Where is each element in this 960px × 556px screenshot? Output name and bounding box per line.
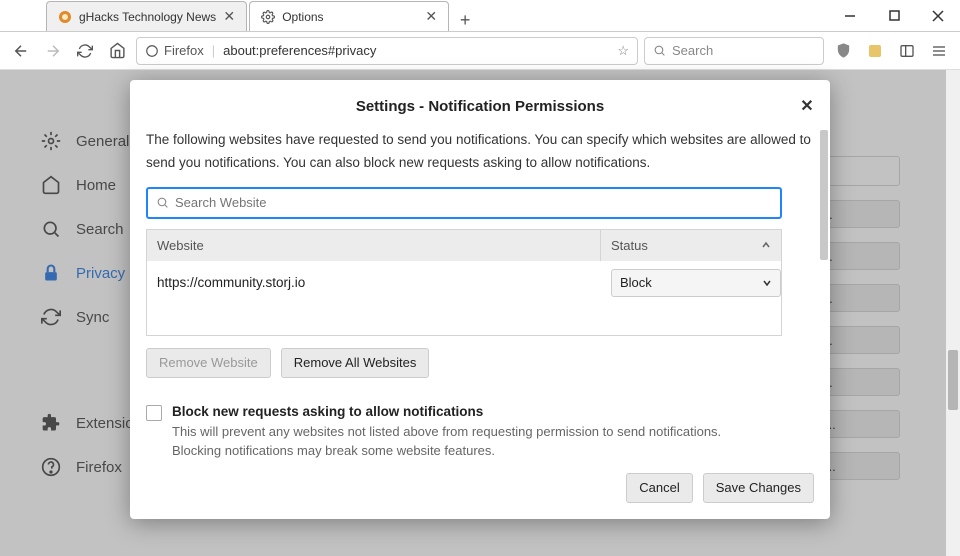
extension-icon[interactable] — [862, 38, 888, 64]
cancel-button[interactable]: Cancel — [626, 473, 692, 503]
dialog-description: The following websites have requested to… — [146, 129, 814, 175]
chevron-down-icon — [762, 278, 772, 288]
website-cell: https://community.storj.io — [147, 267, 601, 298]
search-placeholder: Search — [672, 43, 713, 58]
reload-button[interactable] — [72, 38, 98, 64]
dialog-title: Settings - Notification Permissions — [356, 98, 604, 115]
address-bar[interactable]: Firefox | about:preferences#privacy ☆ — [136, 37, 638, 65]
maximize-button[interactable] — [872, 0, 916, 31]
sort-arrow-icon — [761, 240, 771, 250]
notification-permissions-dialog: Settings - Notification Permissions ✕ Th… — [130, 80, 830, 519]
browser-tab-ghacks[interactable]: gHacks Technology News ✕ — [46, 1, 247, 31]
ublock-icon[interactable] — [830, 38, 856, 64]
close-window-button[interactable] — [916, 0, 960, 31]
url-text: about:preferences#privacy — [223, 43, 376, 58]
browser-tab-options[interactable]: Options ✕ — [249, 1, 449, 31]
dialog-scrollbar[interactable] — [818, 130, 830, 507]
search-icon — [653, 44, 666, 57]
remove-website-button[interactable]: Remove Website — [146, 348, 271, 378]
identity-box: Firefox — [145, 43, 204, 58]
home-button[interactable] — [104, 38, 130, 64]
firefox-icon — [145, 44, 159, 58]
tab-title: Options — [282, 10, 418, 24]
close-icon[interactable]: ✕ — [222, 10, 236, 24]
favicon-ghacks — [57, 9, 73, 25]
dialog-close-button[interactable]: ✕ — [798, 96, 816, 114]
checkbox-help: This will prevent any websites not liste… — [172, 423, 772, 461]
table-row[interactable]: https://community.storj.io Block — [147, 261, 781, 305]
checkbox-label: Block new requests asking to allow notif… — [172, 404, 772, 419]
menu-button[interactable] — [926, 38, 952, 64]
sidebar-toggle-icon[interactable] — [894, 38, 920, 64]
forward-button[interactable] — [40, 38, 66, 64]
status-select[interactable]: Block — [611, 269, 781, 297]
minimize-button[interactable] — [828, 0, 872, 31]
gear-icon — [260, 9, 276, 25]
block-new-requests-checkbox[interactable] — [146, 405, 162, 421]
search-website-input[interactable] — [146, 187, 782, 219]
tab-title: gHacks Technology News — [79, 10, 216, 24]
page-scrollbar[interactable] — [946, 70, 960, 556]
column-status[interactable]: Status — [601, 230, 781, 261]
back-button[interactable] — [8, 38, 34, 64]
search-bar[interactable]: Search — [644, 37, 824, 65]
close-icon[interactable]: ✕ — [424, 10, 438, 24]
identity-label: Firefox — [164, 43, 204, 58]
new-tab-button[interactable]: + — [451, 10, 479, 31]
search-icon — [156, 196, 169, 209]
bookmark-star-icon[interactable]: ☆ — [617, 43, 629, 59]
column-website[interactable]: Website — [147, 230, 601, 261]
remove-all-websites-button[interactable]: Remove All Websites — [281, 348, 430, 378]
search-field[interactable] — [175, 195, 772, 210]
permissions-table: Website Status https://community.storj.i… — [146, 229, 782, 336]
save-changes-button[interactable]: Save Changes — [703, 473, 814, 503]
